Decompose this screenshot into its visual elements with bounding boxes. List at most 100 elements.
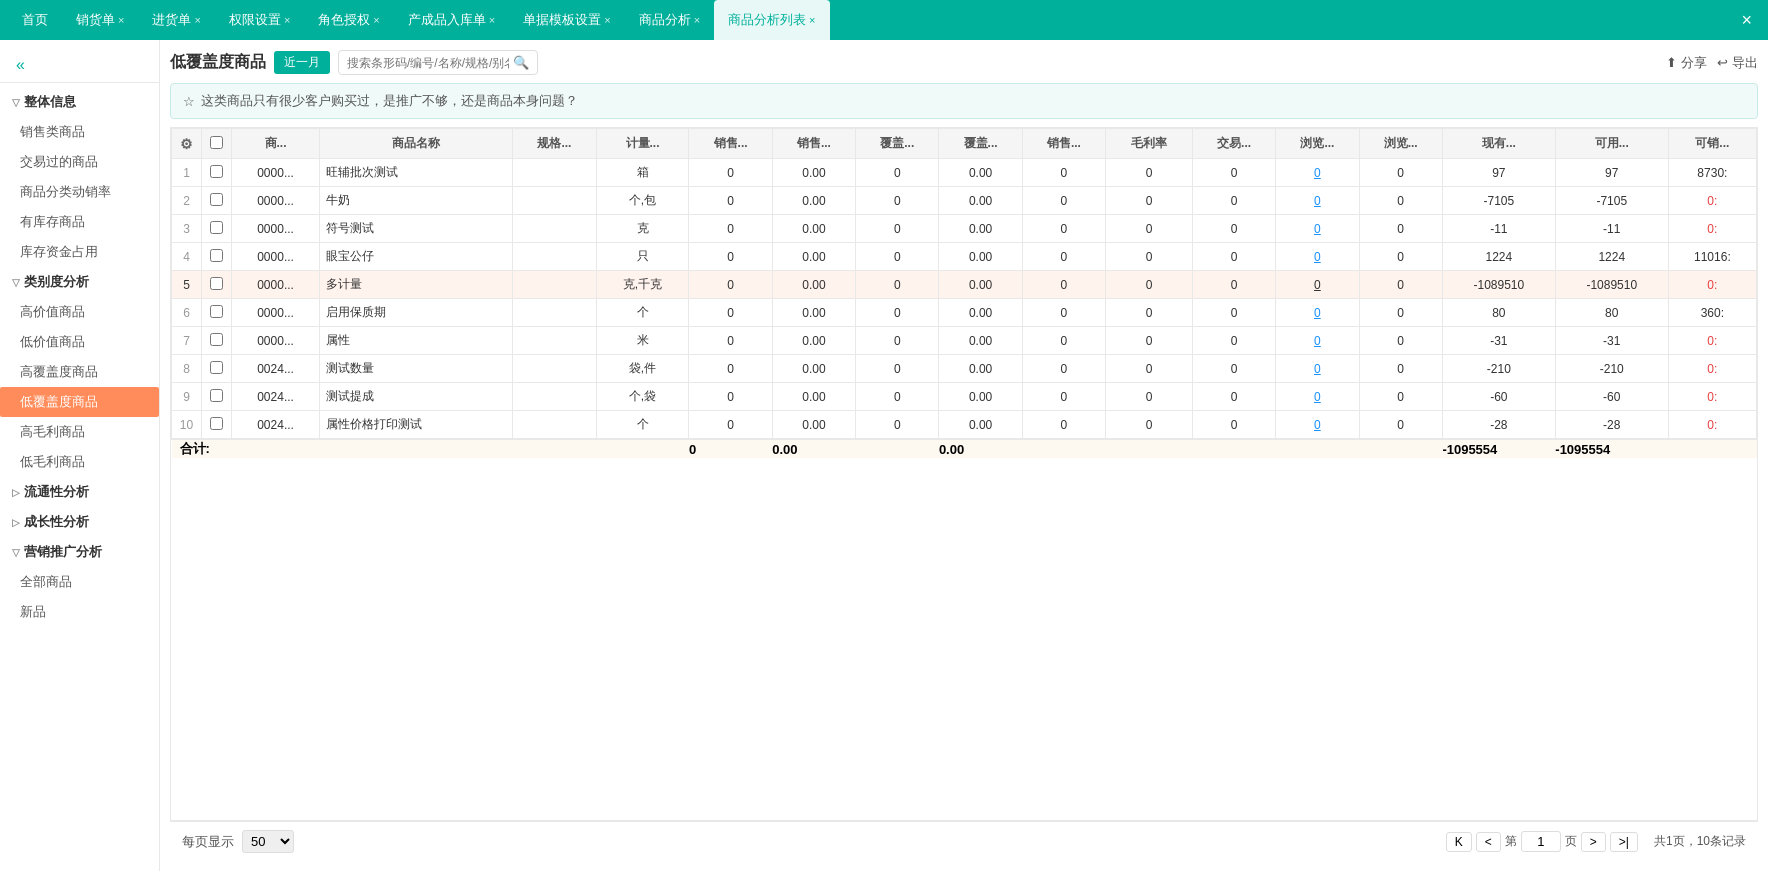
- row-sales3: 0: [1022, 355, 1105, 383]
- col-transaction[interactable]: 交易...: [1192, 129, 1275, 159]
- row-checkbox[interactable]: [202, 327, 232, 355]
- select-all-checkbox[interactable]: [210, 136, 223, 149]
- nav-item-product-in[interactable]: 产成品入库单 ×: [394, 0, 509, 40]
- row-checkbox[interactable]: [202, 215, 232, 243]
- nav-close-template[interactable]: ×: [604, 14, 610, 26]
- row-browse1[interactable]: 0: [1276, 243, 1359, 271]
- col-name[interactable]: 商品名称: [320, 129, 513, 159]
- page-size-select[interactable]: 50 10 20 100: [242, 830, 294, 853]
- sidebar-item-high-coverage[interactable]: 高覆盖度商品: [0, 357, 159, 387]
- nav-close-goods-list[interactable]: ×: [809, 14, 815, 26]
- row-sales3: 0: [1022, 271, 1105, 299]
- nav-item-goods-analysis[interactable]: 商品分析 ×: [625, 0, 714, 40]
- sidebar-item-stock-fund[interactable]: 库存资金占用: [0, 237, 159, 267]
- nav-item-permission[interactable]: 权限设置 ×: [215, 0, 304, 40]
- nav-item-role[interactable]: 角色授权 ×: [304, 0, 393, 40]
- share-button[interactable]: ⬆ 分享: [1666, 54, 1707, 72]
- col-cover1[interactable]: 覆盖...: [856, 129, 939, 159]
- sidebar-item-low-margin[interactable]: 低毛利商品: [0, 447, 159, 477]
- row-checkbox[interactable]: [202, 383, 232, 411]
- col-sales-qty[interactable]: 销售...: [689, 129, 772, 159]
- row-sales3: 0: [1022, 299, 1105, 327]
- row-browse1[interactable]: 0: [1276, 383, 1359, 411]
- row-checkbox[interactable]: [202, 159, 232, 187]
- sidebar-item-category-rate[interactable]: 商品分类动销率: [0, 177, 159, 207]
- row-browse1[interactable]: 0: [1276, 327, 1359, 355]
- row-checkbox[interactable]: [202, 411, 232, 440]
- search-input[interactable]: [347, 56, 509, 70]
- share-icon: ⬆: [1666, 55, 1677, 70]
- table-row: 5 0000... 多计量 克,千克 0 0.00 0 0.00 0 0 0 0…: [172, 271, 1757, 299]
- nav-close-purchase[interactable]: ×: [194, 14, 200, 26]
- date-filter-button[interactable]: 近一月: [274, 51, 330, 74]
- row-checkbox[interactable]: [202, 355, 232, 383]
- nav-close-goods-analysis[interactable]: ×: [694, 14, 700, 26]
- col-code[interactable]: 商...: [232, 129, 320, 159]
- sidebar-item-traded-goods[interactable]: 交易过的商品: [0, 147, 159, 177]
- prev-page-button[interactable]: <: [1476, 832, 1501, 852]
- row-browse1[interactable]: 0: [1276, 299, 1359, 327]
- last-page-button[interactable]: >|: [1610, 832, 1638, 852]
- sidebar-item-new-goods[interactable]: 新品: [0, 597, 159, 627]
- col-settings[interactable]: ⚙: [172, 129, 202, 159]
- first-page-button[interactable]: K: [1446, 832, 1472, 852]
- row-gross-rate: 0: [1106, 215, 1193, 243]
- row-browse2: 0: [1359, 187, 1442, 215]
- row-browse2: 0: [1359, 411, 1442, 440]
- col-cover2[interactable]: 覆盖...: [939, 129, 1022, 159]
- row-current-stock: 80: [1442, 299, 1555, 327]
- col-current-stock[interactable]: 现有...: [1442, 129, 1555, 159]
- col-spec[interactable]: 规格...: [513, 129, 596, 159]
- col-sales3[interactable]: 销售...: [1022, 129, 1105, 159]
- row-unit: 个,袋: [596, 383, 689, 411]
- row-cover1: 0: [856, 355, 939, 383]
- sidebar-item-stock-goods[interactable]: 有库存商品: [0, 207, 159, 237]
- sidebar-item-low-value[interactable]: 低价值商品: [0, 327, 159, 357]
- col-browse1[interactable]: 浏览...: [1276, 129, 1359, 159]
- nav-item-template[interactable]: 单据模板设置 ×: [509, 0, 624, 40]
- col-sales-amt[interactable]: 销售...: [772, 129, 855, 159]
- export-button[interactable]: ↩ 导出: [1717, 54, 1758, 72]
- nav-close-role[interactable]: ×: [373, 14, 379, 26]
- sidebar-item-high-margin[interactable]: 高毛利商品: [0, 417, 159, 447]
- sidebar-item-high-value[interactable]: 高价值商品: [0, 297, 159, 327]
- nav-item-goods-list[interactable]: 商品分析列表 ×: [714, 0, 829, 40]
- row-name: 牛奶: [320, 187, 513, 215]
- row-checkbox[interactable]: [202, 243, 232, 271]
- row-browse1[interactable]: 0: [1276, 187, 1359, 215]
- row-browse1[interactable]: 0: [1276, 355, 1359, 383]
- sidebar-section-liquidity[interactable]: ▷ 流通性分析: [0, 477, 159, 507]
- col-browse2[interactable]: 浏览...: [1359, 129, 1442, 159]
- sidebar-item-low-coverage[interactable]: 低覆盖度商品: [0, 387, 159, 417]
- totals-sales3: [1022, 439, 1105, 458]
- nav-item-home[interactable]: 首页: [8, 0, 62, 40]
- nav-close-product-in[interactable]: ×: [489, 14, 495, 26]
- col-gross-rate[interactable]: 毛利率: [1106, 129, 1193, 159]
- next-page-button[interactable]: >: [1581, 832, 1606, 852]
- nav-close-permission[interactable]: ×: [284, 14, 290, 26]
- sidebar-item-all-goods[interactable]: 全部商品: [0, 567, 159, 597]
- page-number-input[interactable]: [1521, 831, 1561, 852]
- nav-item-sales[interactable]: 销货单 ×: [62, 0, 138, 40]
- sidebar-toggle[interactable]: «: [8, 52, 33, 78]
- row-browse1[interactable]: 0: [1276, 215, 1359, 243]
- window-close-button[interactable]: ×: [1733, 10, 1760, 31]
- row-checkbox[interactable]: [202, 299, 232, 327]
- sidebar-section-marketing[interactable]: ▽ 营销推广分析: [0, 537, 159, 567]
- col-available-stock[interactable]: 可用...: [1555, 129, 1668, 159]
- sidebar-section-growth[interactable]: ▷ 成长性分析: [0, 507, 159, 537]
- col-checkbox: [202, 129, 232, 159]
- row-checkbox[interactable]: [202, 187, 232, 215]
- col-sellable[interactable]: 可销...: [1668, 129, 1756, 159]
- row-browse1[interactable]: 0: [1276, 411, 1359, 440]
- sidebar-section-category[interactable]: ▽ 类别度分析: [0, 267, 159, 297]
- row-checkbox[interactable]: [202, 271, 232, 299]
- sidebar-item-sales-goods[interactable]: 销售类商品: [0, 117, 159, 147]
- col-unit[interactable]: 计量...: [596, 129, 689, 159]
- row-browse1[interactable]: 0: [1276, 159, 1359, 187]
- sidebar-section-overall[interactable]: ▽ 整体信息: [0, 87, 159, 117]
- nav-item-purchase[interactable]: 进货单 ×: [138, 0, 214, 40]
- nav-close-sales[interactable]: ×: [118, 14, 124, 26]
- row-browse1[interactable]: 0: [1276, 271, 1359, 299]
- row-cover2: 0.00: [939, 355, 1022, 383]
